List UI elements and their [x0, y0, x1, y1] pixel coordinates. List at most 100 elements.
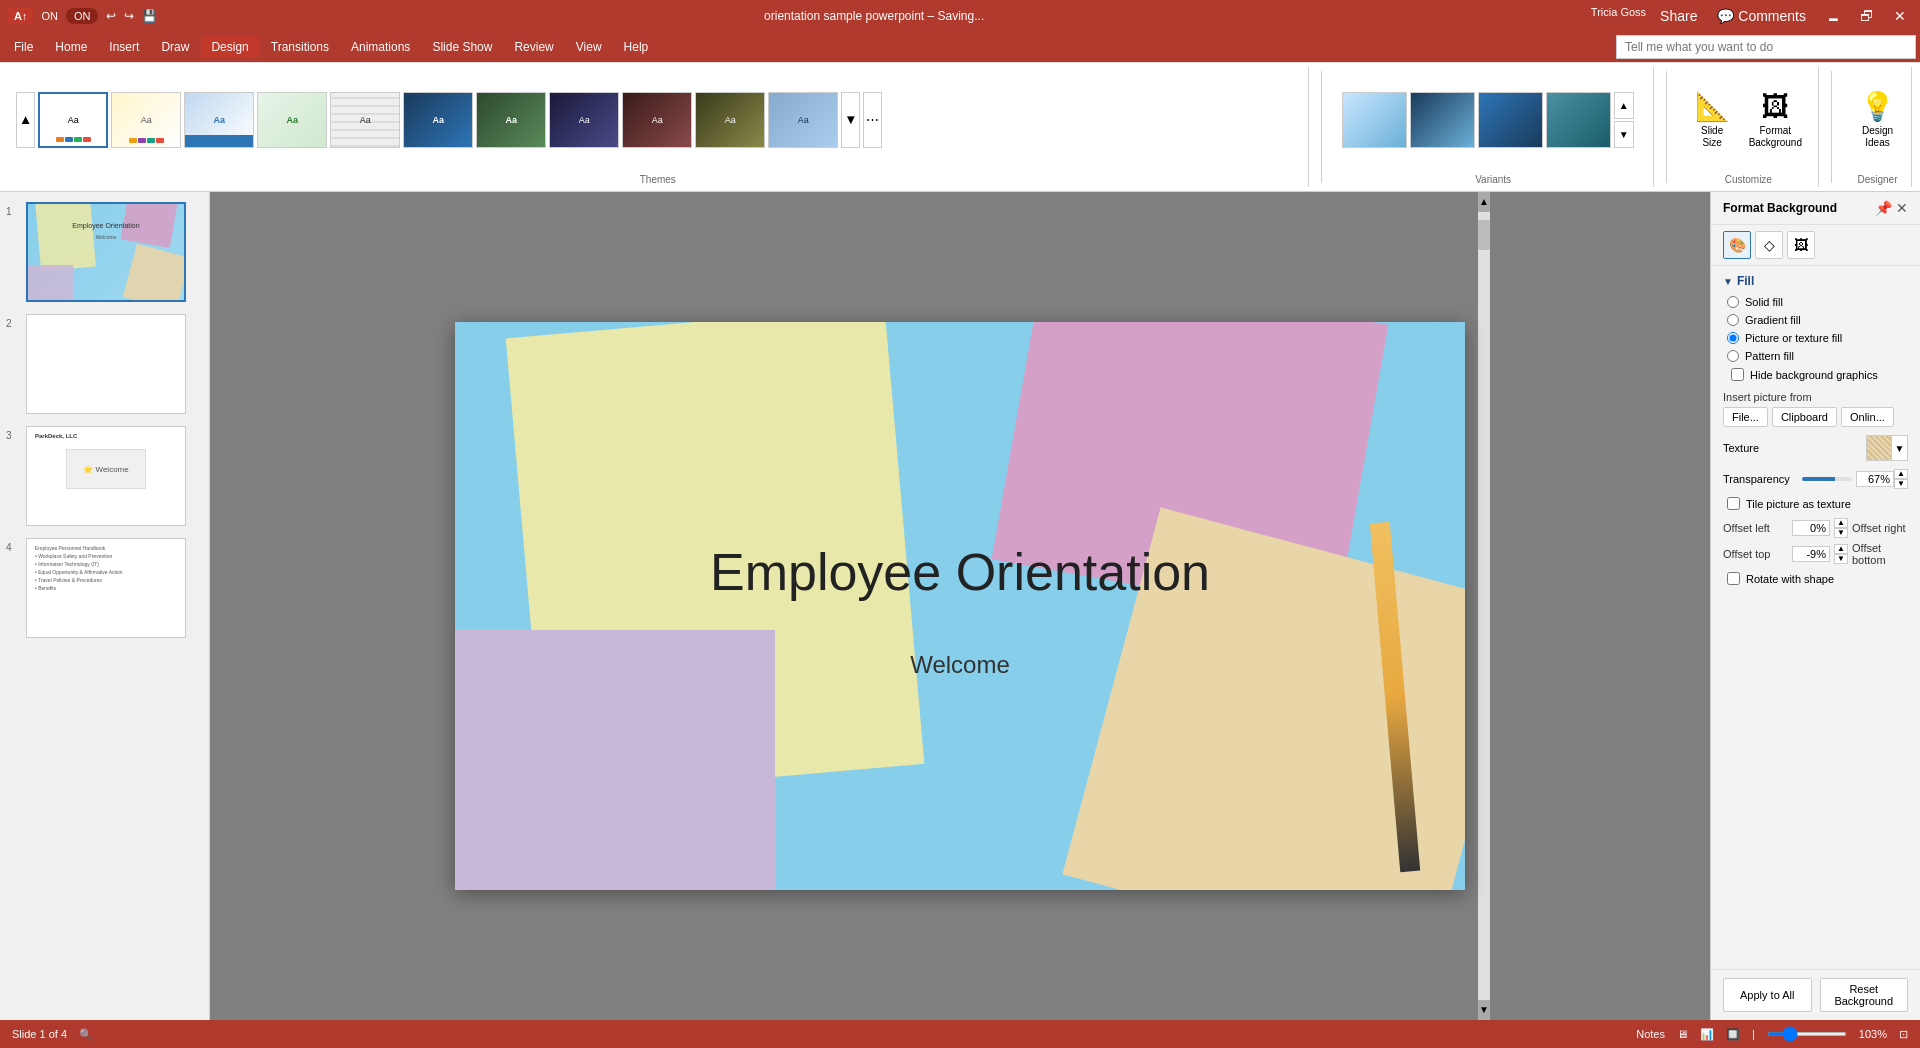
slide-thumb-4[interactable]: 4 Employee Personnel Handbook • Workplac… — [4, 536, 205, 640]
menu-slideshow[interactable]: Slide Show — [422, 36, 502, 58]
restore-button[interactable]: 🗗 — [1854, 6, 1880, 26]
rotate-shape-checkbox[interactable] — [1727, 572, 1740, 585]
effects-tool-button[interactable]: ◇ — [1755, 231, 1783, 259]
zoom-slider[interactable] — [1767, 1032, 1847, 1036]
texture-dropdown-button[interactable]: ▼ — [1892, 435, 1908, 461]
variant-3[interactable] — [1478, 92, 1543, 148]
hide-backgrounds-option[interactable]: Hide background graphics — [1731, 368, 1908, 381]
offset-top-input[interactable] — [1792, 546, 1830, 562]
theme-integral[interactable]: Aa — [184, 92, 254, 148]
theme-metropolitan[interactable]: Aa — [403, 92, 473, 148]
undo-icon[interactable]: ↩ — [106, 9, 116, 23]
format-background-button[interactable]: 🖼 FormatBackground — [1741, 86, 1810, 153]
pattern-fill-radio[interactable] — [1727, 350, 1739, 362]
transparency-value-input[interactable] — [1856, 471, 1894, 487]
menu-home[interactable]: Home — [45, 36, 97, 58]
fit-page-icon[interactable]: ⊡ — [1899, 1028, 1908, 1041]
save-icon[interactable]: 💾 — [142, 9, 157, 23]
theme-organic[interactable]: Aa — [476, 92, 546, 148]
fill-tool-button[interactable]: 🎨 — [1723, 231, 1751, 259]
view-outline-icon[interactable]: 📊 — [1700, 1028, 1714, 1041]
theme-ion-boardroom[interactable]: Aa — [330, 92, 400, 148]
menu-draw[interactable]: Draw — [151, 36, 199, 58]
search-input[interactable] — [1616, 35, 1916, 59]
reset-background-button[interactable]: Reset Background — [1820, 978, 1909, 1012]
slide-subtitle[interactable]: Welcome — [910, 651, 1010, 679]
notes-button[interactable]: Notes — [1636, 1028, 1665, 1040]
minimize-button[interactable]: 🗕 — [1820, 6, 1846, 26]
view-slide-icon[interactable]: 🔲 — [1726, 1028, 1740, 1041]
autosave-toggle[interactable]: ON — [66, 8, 99, 24]
share-button[interactable]: Share — [1654, 6, 1703, 26]
theme-wisp[interactable]: Aa — [768, 92, 838, 148]
theme-ion[interactable]: Aa — [257, 92, 327, 148]
texture-control[interactable]: ▼ — [1866, 435, 1908, 461]
tile-texture-checkbox[interactable] — [1727, 497, 1740, 510]
pattern-fill-option[interactable]: Pattern fill — [1727, 350, 1908, 362]
apply-to-all-button[interactable]: Apply to All — [1723, 978, 1812, 1012]
menu-transitions[interactable]: Transitions — [261, 36, 339, 58]
menu-animations[interactable]: Animations — [341, 36, 420, 58]
variants-scroll-up[interactable]: ▲ — [1614, 92, 1634, 119]
menu-insert[interactable]: Insert — [99, 36, 149, 58]
themes-scroll-up[interactable]: ▲ — [16, 92, 35, 148]
solid-fill-radio[interactable] — [1727, 296, 1739, 308]
offset-left-input[interactable] — [1792, 520, 1830, 536]
variant-4[interactable] — [1546, 92, 1611, 148]
menu-view[interactable]: View — [566, 36, 612, 58]
slide-title[interactable]: Employee Orientation — [710, 542, 1210, 602]
menu-review[interactable]: Review — [504, 36, 563, 58]
picture-tool-button[interactable]: 🖼 — [1787, 231, 1815, 259]
slide-thumb-1[interactable]: 1 Employee Orientation Welcome — [4, 200, 205, 304]
offset-left-up[interactable]: ▲ — [1834, 518, 1848, 528]
offset-left-down[interactable]: ▼ — [1834, 528, 1848, 538]
picture-fill-radio[interactable] — [1727, 332, 1739, 344]
view-normal-icon[interactable]: 🖥 — [1677, 1028, 1688, 1040]
close-button[interactable]: ✕ — [1888, 6, 1912, 26]
offset-top-down[interactable]: ▼ — [1834, 554, 1848, 564]
rotate-shape-option[interactable]: Rotate with shape — [1727, 572, 1908, 585]
variants-scroll-down[interactable]: ▼ — [1614, 121, 1634, 148]
online-button[interactable]: Onlin... — [1841, 407, 1894, 427]
gradient-fill-radio[interactable] — [1727, 314, 1739, 326]
tile-texture-option[interactable]: Tile picture as texture — [1727, 497, 1908, 510]
variant-2[interactable] — [1410, 92, 1475, 148]
theme-office2[interactable]: Aa — [111, 92, 181, 148]
panel-close-button[interactable]: ✕ — [1896, 200, 1908, 216]
slide-size-button[interactable]: 📐 SlideSize — [1687, 86, 1738, 153]
slide-canvas[interactable]: Employee Orientation Welcome — [455, 322, 1465, 890]
redo-icon[interactable]: ↪ — [124, 9, 134, 23]
transparency-slider[interactable] — [1802, 477, 1852, 481]
insert-picture-section: Insert picture from File... Clipboard On… — [1723, 391, 1908, 427]
accessibility-info: 🔍 — [79, 1028, 93, 1040]
theme-slice[interactable]: Aa — [695, 92, 765, 148]
transparency-down-button[interactable]: ▼ — [1894, 479, 1908, 489]
theme-office[interactable]: Aa — [38, 92, 108, 148]
menu-help[interactable]: Help — [614, 36, 659, 58]
variant-1[interactable] — [1342, 92, 1407, 148]
offset-top-up[interactable]: ▲ — [1834, 544, 1848, 554]
comments-button[interactable]: 💬 Comments — [1711, 6, 1812, 26]
canvas-area[interactable]: ▲ ▼ Employee Orientation Welcome — [210, 192, 1710, 1020]
canvas-scrollbar[interactable]: ▲ ▼ — [1478, 192, 1490, 1020]
theme-retrospect[interactable]: Aa — [622, 92, 692, 148]
solid-fill-option[interactable]: Solid fill — [1727, 296, 1908, 308]
slide-thumb-2[interactable]: 2 — [4, 312, 205, 416]
theme-parallax[interactable]: Aa — [549, 92, 619, 148]
texture-preview[interactable] — [1866, 435, 1892, 461]
file-button[interactable]: File... — [1723, 407, 1768, 427]
themes-label: Themes — [16, 172, 1300, 187]
design-ideas-button[interactable]: 💡 DesignIdeas — [1852, 86, 1903, 153]
transparency-up-button[interactable]: ▲ — [1894, 469, 1908, 479]
menu-design[interactable]: Design — [201, 36, 258, 58]
menu-file[interactable]: File — [4, 36, 43, 58]
picture-fill-option[interactable]: Picture or texture fill — [1727, 332, 1908, 344]
slide-thumb-3[interactable]: 3 ParkDeck, LLC ⭐ Welcome — [4, 424, 205, 528]
fill-section-header[interactable]: ▼ Fill — [1723, 274, 1908, 288]
themes-scroll-down[interactable]: ▼ — [841, 92, 860, 148]
themes-more[interactable]: ⋯ — [863, 92, 882, 148]
panel-pin-button[interactable]: 📌 — [1875, 200, 1892, 216]
hide-backgrounds-checkbox[interactable] — [1731, 368, 1744, 381]
clipboard-button[interactable]: Clipboard — [1772, 407, 1837, 427]
gradient-fill-option[interactable]: Gradient fill — [1727, 314, 1908, 326]
